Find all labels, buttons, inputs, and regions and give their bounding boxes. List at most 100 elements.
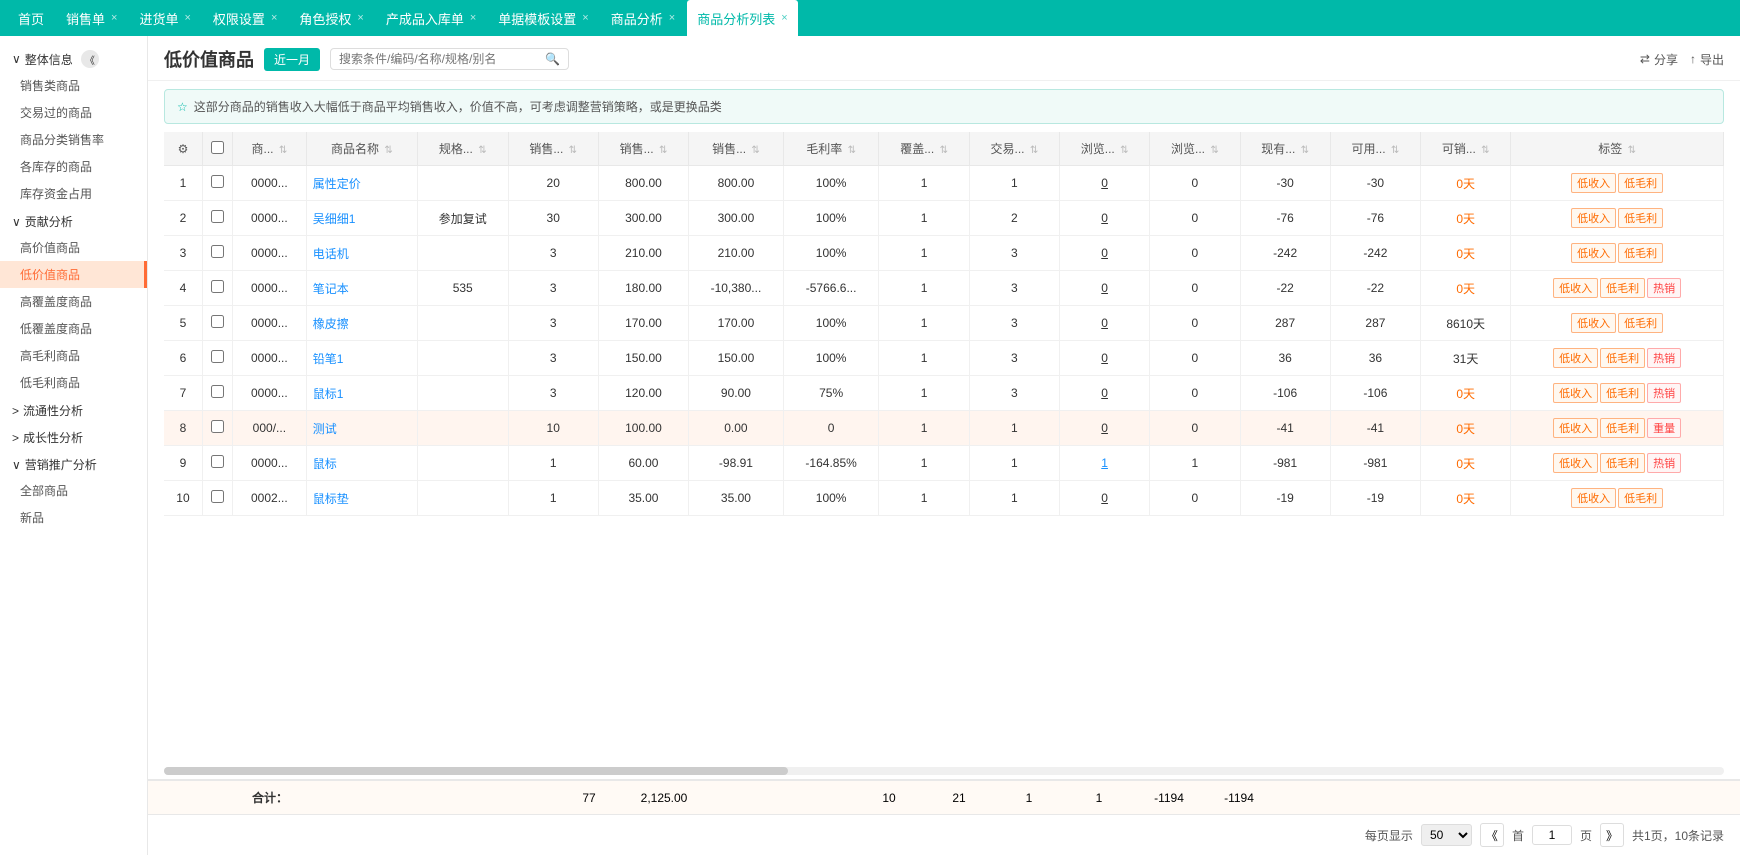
- sidebar-item-low-value[interactable]: 低价值商品: [0, 261, 147, 288]
- nav-permissions[interactable]: 权限设置 ×: [203, 0, 287, 36]
- share-button[interactable]: ⇄ 分享: [1640, 51, 1678, 68]
- product-name[interactable]: 鼠标: [306, 446, 417, 481]
- row-checkbox[interactable]: [211, 245, 224, 258]
- product-name[interactable]: 电话机: [306, 236, 417, 271]
- col-settings[interactable]: ⚙: [164, 132, 202, 166]
- row-checkbox-cell[interactable]: [202, 411, 232, 446]
- col-browse2[interactable]: 浏览... ⇅: [1150, 132, 1240, 166]
- row-checkbox-cell[interactable]: [202, 446, 232, 481]
- nav-roles[interactable]: 角色授权 ×: [289, 0, 373, 36]
- nav-sales[interactable]: 销售单 ×: [56, 0, 127, 36]
- sidebar-item-high-margin[interactable]: 高毛利商品: [0, 342, 147, 369]
- section-overall[interactable]: ∨ 整体信息 《: [0, 44, 147, 72]
- page-number-input[interactable]: [1532, 825, 1572, 845]
- first-page-button[interactable]: 《: [1480, 823, 1504, 847]
- section-contribution[interactable]: ∨ 贡献分析: [0, 207, 147, 234]
- row-checkbox-cell[interactable]: [202, 481, 232, 516]
- nav-home[interactable]: 首页: [8, 0, 54, 36]
- sidebar-item-sales-products[interactable]: 销售类商品: [0, 72, 147, 99]
- col-margin[interactable]: 毛利率 ⇅: [783, 132, 879, 166]
- row-checkbox-cell[interactable]: [202, 306, 232, 341]
- col-saleable[interactable]: 可销... ⇅: [1421, 132, 1511, 166]
- sidebar-item-low-margin[interactable]: 低毛利商品: [0, 369, 147, 396]
- section-marketing[interactable]: ∨ 营销推广分析: [0, 450, 147, 477]
- row-checkbox-cell[interactable]: [202, 201, 232, 236]
- row-checkbox[interactable]: [211, 210, 224, 223]
- row-checkbox[interactable]: [211, 350, 224, 363]
- row-checkbox-cell[interactable]: [202, 341, 232, 376]
- col-tags[interactable]: 标签 ⇅: [1511, 132, 1724, 166]
- scrollbar-thumb[interactable]: [164, 767, 788, 775]
- close-icon[interactable]: ×: [271, 12, 277, 24]
- col-code[interactable]: 商... ⇅: [232, 132, 306, 166]
- product-browse1[interactable]: 1: [1059, 446, 1149, 481]
- close-icon[interactable]: ×: [184, 12, 190, 24]
- per-page-select[interactable]: 50 100 200: [1421, 824, 1472, 846]
- sidebar-item-low-coverage[interactable]: 低覆盖度商品: [0, 315, 147, 342]
- sidebar-item-new-products[interactable]: 新品: [0, 504, 147, 531]
- row-checkbox-cell[interactable]: [202, 376, 232, 411]
- col-browse1[interactable]: 浏览... ⇅: [1059, 132, 1149, 166]
- select-all-checkbox[interactable]: [211, 141, 224, 154]
- close-icon[interactable]: ×: [111, 12, 117, 24]
- close-icon[interactable]: ×: [470, 12, 476, 24]
- period-button[interactable]: 近一月: [264, 48, 320, 71]
- row-checkbox[interactable]: [211, 175, 224, 188]
- total-pages-info: 共1页，10条记录: [1632, 827, 1724, 844]
- row-checkbox[interactable]: [211, 490, 224, 503]
- col-price[interactable]: 销售... ⇅: [598, 132, 688, 166]
- product-name[interactable]: 吴细细1: [306, 201, 417, 236]
- product-qty: 3: [508, 306, 598, 341]
- close-icon[interactable]: ×: [781, 12, 787, 24]
- row-checkbox[interactable]: [211, 455, 224, 468]
- section-growth[interactable]: > 成长性分析: [0, 423, 147, 450]
- col-amount[interactable]: 销售... ⇅: [689, 132, 784, 166]
- sidebar-item-traded-products[interactable]: 交易过的商品: [0, 99, 147, 126]
- collapse-button[interactable]: 《: [81, 50, 99, 68]
- close-icon[interactable]: ×: [357, 12, 363, 24]
- col-trade[interactable]: 交易... ⇅: [969, 132, 1059, 166]
- row-checkbox[interactable]: [211, 420, 224, 433]
- product-name[interactable]: 属性定价: [306, 166, 417, 201]
- table-wrapper[interactable]: ⚙ 商... ⇅ 商品名称 ⇅ 规格... ⇅ 销售... ⇅ 销售... ⇅ …: [148, 132, 1740, 767]
- sidebar-item-capital[interactable]: 库存资金占用: [0, 180, 147, 207]
- nav-inventory[interactable]: 产成品入库单 ×: [376, 0, 486, 36]
- close-icon[interactable]: ×: [669, 12, 675, 24]
- col-current[interactable]: 现有... ⇅: [1240, 132, 1330, 166]
- sidebar-item-warehouse-products[interactable]: 各库存的商品: [0, 153, 147, 180]
- row-checkbox-cell[interactable]: [202, 236, 232, 271]
- row-checkbox[interactable]: [211, 315, 224, 328]
- nav-product-analysis[interactable]: 商品分析 ×: [601, 0, 685, 36]
- row-checkbox-cell[interactable]: [202, 271, 232, 306]
- col-available[interactable]: 可用... ⇅: [1330, 132, 1420, 166]
- product-name[interactable]: 笔记本: [306, 271, 417, 306]
- per-page-label: 每页显示: [1365, 827, 1413, 844]
- sidebar-item-all-products[interactable]: 全部商品: [0, 477, 147, 504]
- section-circulation[interactable]: > 流通性分析: [0, 396, 147, 423]
- search-icon[interactable]: 🔍: [545, 52, 560, 66]
- product-name[interactable]: 铅笔1: [306, 341, 417, 376]
- horizontal-scrollbar[interactable]: [164, 767, 1724, 775]
- product-name[interactable]: 测试: [306, 411, 417, 446]
- col-coverage[interactable]: 覆盖... ⇅: [879, 132, 969, 166]
- product-name[interactable]: 鼠标垫: [306, 481, 417, 516]
- col-spec[interactable]: 规格... ⇅: [417, 132, 508, 166]
- search-input[interactable]: [339, 52, 539, 66]
- sidebar-item-high-coverage[interactable]: 高覆盖度商品: [0, 288, 147, 315]
- nav-template[interactable]: 单据模板设置 ×: [488, 0, 598, 36]
- product-name[interactable]: 橡皮擦: [306, 306, 417, 341]
- product-name[interactable]: 鼠标1: [306, 376, 417, 411]
- sidebar-item-high-value[interactable]: 高价值商品: [0, 234, 147, 261]
- row-checkbox[interactable]: [211, 385, 224, 398]
- col-checkbox[interactable]: [202, 132, 232, 166]
- export-button[interactable]: ↑ 导出: [1690, 51, 1724, 68]
- nav-product-analysis-list[interactable]: 商品分析列表 ×: [687, 0, 797, 36]
- row-checkbox[interactable]: [211, 280, 224, 293]
- sidebar-item-category-rate[interactable]: 商品分类销售率: [0, 126, 147, 153]
- last-page-button[interactable]: 》: [1600, 823, 1624, 847]
- col-name[interactable]: 商品名称 ⇅: [306, 132, 417, 166]
- nav-purchase[interactable]: 进货单 ×: [129, 0, 200, 36]
- col-qty[interactable]: 销售... ⇅: [508, 132, 598, 166]
- row-checkbox-cell[interactable]: [202, 166, 232, 201]
- close-icon[interactable]: ×: [582, 12, 588, 24]
